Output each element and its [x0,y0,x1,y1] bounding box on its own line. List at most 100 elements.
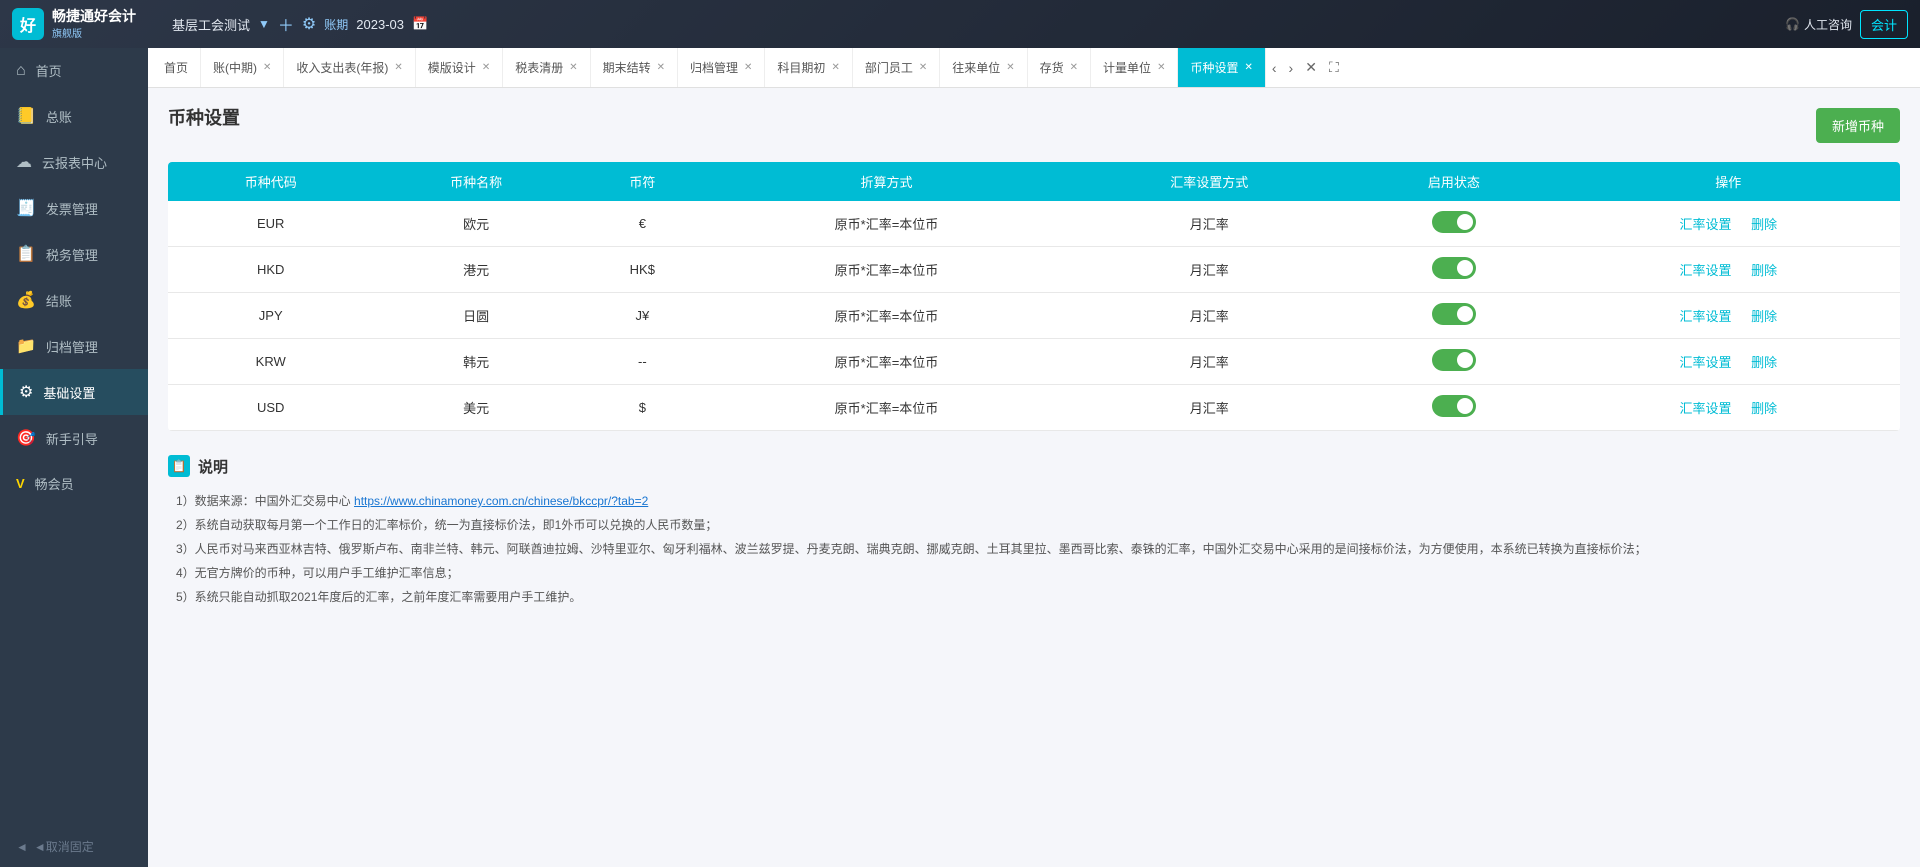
sidebar-item-settings[interactable]: ⚙ 基础设置 [0,369,148,415]
sidebar-item-home[interactable]: ⌂ 首页 [0,48,148,93]
cell-code: USD [168,385,373,431]
calendar-icon[interactable]: 📅 [412,16,428,32]
sidebar-label-tax: 税务管理 [46,245,98,264]
page-content: 币种设置 新增币种 币种代码 币种名称 币符 折算方式 汇率设置方式 启用状态 … [148,88,1920,867]
tab-archive-close[interactable]: ✕ [744,62,752,73]
tab-dept-label: 部门员工 [865,59,913,76]
cell-rate-type: 月汇率 [1067,247,1351,293]
workspace-dropdown-icon[interactable]: ▼ [258,17,270,31]
rate-setting-link[interactable]: 汇率设置 [1679,309,1731,324]
tab-dept-close[interactable]: ✕ [919,62,927,73]
tab-partner-close[interactable]: ✕ [1006,62,1014,73]
delete-link[interactable]: 删除 [1751,309,1777,324]
tab-prev-icon[interactable]: ‹ [1266,60,1283,76]
delete-link[interactable]: 删除 [1751,355,1777,370]
tab-inventory-close[interactable]: ✕ [1070,62,1078,73]
add-workspace-icon[interactable]: ＋ [278,12,294,36]
tab-next-icon[interactable]: › [1283,60,1300,76]
tab-dept[interactable]: 部门员工 ✕ [853,48,940,88]
cell-symbol: J¥ [579,293,706,339]
tab-home[interactable]: 首页 [152,48,201,88]
sidebar-item-reports[interactable]: ☁ 云报表中心 [0,139,148,185]
settings-icon[interactable]: ⚙ [302,14,316,34]
tab-tax-close[interactable]: ✕ [569,62,577,73]
delete-link[interactable]: 删除 [1751,401,1777,416]
header-right: 🎧 人工咨询 会计 [1785,10,1908,39]
tab-template[interactable]: 模版设计 ✕ [416,48,503,88]
notes-item: 5）系统只能自动抓取2021年度后的汇率，之前年度汇率需要用户手工维护。 [176,585,1900,609]
sidebar-item-settlement[interactable]: 💰 结账 [0,277,148,323]
tab-archive[interactable]: 归档管理 ✕ [678,48,765,88]
tab-expand-icon[interactable]: ⛶ [1323,59,1345,76]
tab-income-close[interactable]: ✕ [394,62,402,73]
cell-enabled [1351,201,1556,247]
th-symbol: 币符 [579,162,706,201]
cell-action: 汇率设置 删除 [1557,247,1900,293]
tab-currency-label: 币种设置 [1190,59,1238,76]
notes-header: 📋 说明 [168,455,1900,477]
rate-setting-link[interactable]: 汇率设置 [1679,355,1731,370]
notes-section: 📋 说明 1）数据来源：中国外汇交易中心 https://www.chinamo… [168,455,1900,609]
toggle-enabled[interactable] [1432,211,1476,233]
page-title: 币种设置 [168,104,240,130]
toggle-enabled[interactable] [1432,395,1476,417]
logo-name: 畅捷通好会计 [52,8,136,25]
rate-setting-link[interactable]: 汇率设置 [1679,263,1731,278]
toggle-enabled[interactable] [1432,303,1476,325]
period-value: 2023-03 [356,17,404,32]
account-button[interactable]: 会计 [1860,10,1908,39]
notes-list: 1）数据来源：中国外汇交易中心 https://www.chinamoney.c… [168,489,1900,609]
tab-template-close[interactable]: ✕ [482,62,490,73]
sidebar-item-ledger[interactable]: 📒 总账 [0,93,148,139]
tab-yearend[interactable]: 期末结转 ✕ [591,48,678,88]
toggle-enabled[interactable] [1432,257,1476,279]
delete-link[interactable]: 删除 [1751,217,1777,232]
logo-text-block: 畅捷通好会计 旗舰版 [52,8,136,40]
period-label: 账期 [324,16,348,33]
sidebar-item-tax[interactable]: 📋 税务管理 [0,231,148,277]
notes-item: 1）数据来源：中国外汇交易中心 https://www.chinamoney.c… [176,489,1900,513]
tab-unit-close[interactable]: ✕ [1157,62,1165,73]
notes-item: 4）无官方牌价的币种，可以用户手工维护汇率信息； [176,561,1900,585]
tab-yearend-label: 期末结转 [603,59,651,76]
tab-partner[interactable]: 往来单位 ✕ [940,48,1027,88]
tab-tax[interactable]: 税表清册 ✕ [503,48,590,88]
tab-currency-close[interactable]: ✕ [1244,62,1252,73]
invoice-icon: 🧾 [16,198,36,218]
sidebar-item-guide[interactable]: 🎯 新手引导 [0,415,148,461]
table-row: USD 美元 $ 原币*汇率=本位币 月汇率 汇率设置 删除 [168,385,1900,431]
tab-subjects[interactable]: 科目期初 ✕ [765,48,852,88]
delete-link[interactable]: 删除 [1751,263,1777,278]
toggle-enabled[interactable] [1432,349,1476,371]
cell-rate-type: 月汇率 [1067,293,1351,339]
tab-period[interactable]: 账(中期) ✕ [201,48,284,88]
rate-setting-link[interactable]: 汇率设置 [1679,217,1731,232]
notes-link[interactable]: https://www.chinamoney.com.cn/chinese/bk… [354,494,648,508]
workspace-name[interactable]: 基层工会测试 [172,15,250,34]
table-row: KRW 韩元 -- 原币*汇率=本位币 月汇率 汇率设置 删除 [168,339,1900,385]
tab-unit[interactable]: 计量单位 ✕ [1091,48,1178,88]
sidebar-item-archive[interactable]: 📁 归档管理 [0,323,148,369]
new-currency-button[interactable]: 新增币种 [1816,108,1900,143]
cell-action: 汇率设置 删除 [1557,293,1900,339]
sidebar-item-invoice[interactable]: 🧾 发票管理 [0,185,148,231]
sidebar-label-guide: 新手引导 [46,429,98,448]
cell-name: 日圆 [373,293,578,339]
rate-setting-link[interactable]: 汇率设置 [1679,401,1731,416]
tab-inventory[interactable]: 存货 ✕ [1028,48,1091,88]
tab-yearend-close[interactable]: ✕ [657,62,665,73]
support-button[interactable]: 🎧 人工咨询 [1785,16,1852,33]
tab-currency[interactable]: 币种设置 ✕ [1178,48,1265,88]
tab-income[interactable]: 收入支出表(年报) ✕ [284,48,415,88]
ledger-icon: 📒 [16,106,36,126]
sidebar-footer-pin[interactable]: ◄ ◄取消固定 [0,826,148,867]
pin-icon: ◄ [16,840,28,854]
tax-icon: 📋 [16,244,36,264]
cell-action: 汇率设置 删除 [1557,339,1900,385]
reports-icon: ☁ [16,152,32,172]
tab-close-all-icon[interactable]: ✕ [1299,59,1323,76]
tab-period-close[interactable]: ✕ [263,62,271,73]
sidebar-item-vip[interactable]: V 畅会员 [0,461,148,506]
tab-subjects-close[interactable]: ✕ [831,62,839,73]
cell-name: 港元 [373,247,578,293]
